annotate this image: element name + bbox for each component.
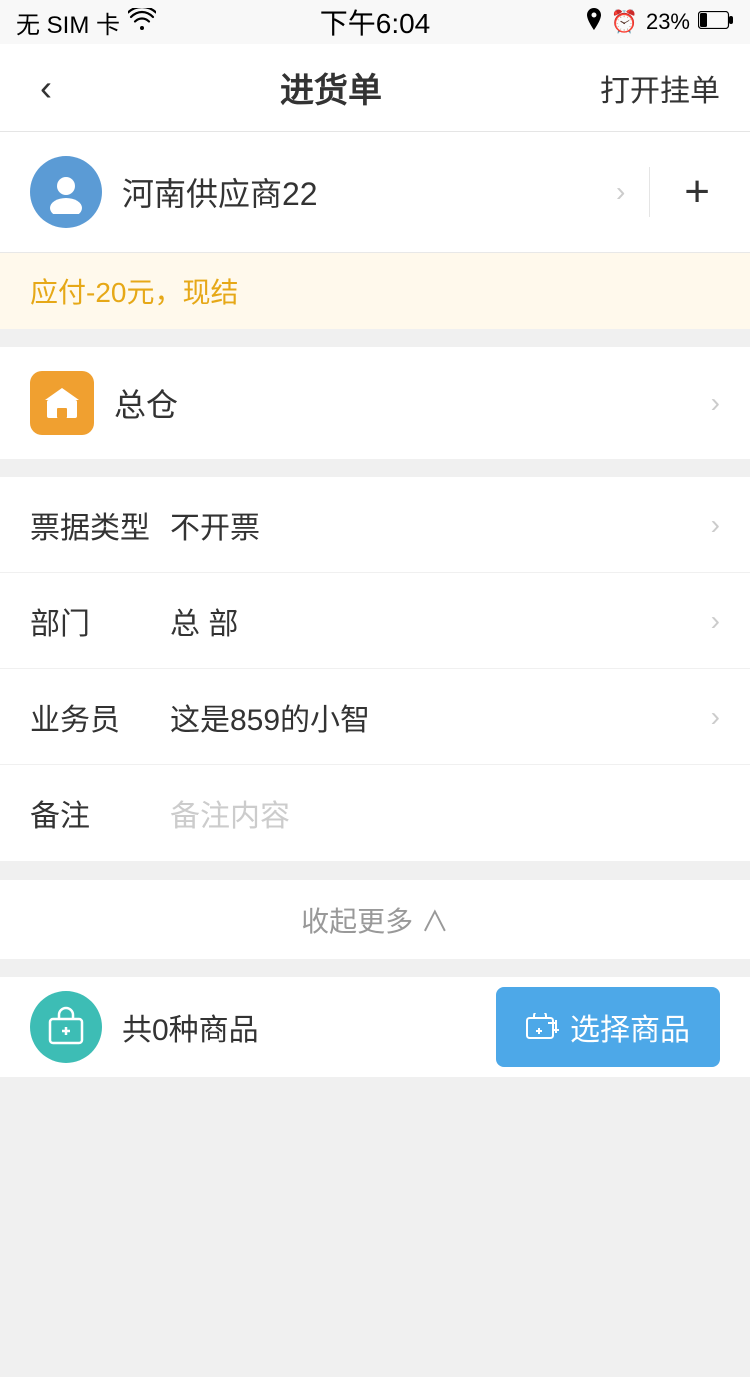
select-product-label: 选择商品 — [570, 1005, 690, 1049]
department-label: 部门 — [30, 599, 170, 643]
salesperson-row[interactable]: 业务员 这是859的小智 › — [0, 669, 750, 765]
product-icon-wrap — [30, 991, 102, 1063]
payment-notice: 应付-20元，现结 — [0, 253, 750, 329]
select-product-button[interactable]: 选择商品 — [496, 987, 720, 1067]
invoice-chevron-icon: › — [711, 509, 720, 541]
supplier-card: 河南供应商22 › + 应付-20元，现结 — [0, 132, 750, 329]
product-bar: 共0种商品 选择商品 — [0, 977, 750, 1077]
status-right: ⏰ 23% — [585, 8, 734, 36]
main-content: 河南供应商22 › + 应付-20元，现结 总仓 › 票据类型 不开票 › — [0, 132, 750, 1377]
back-button[interactable]: ‹ — [30, 57, 62, 119]
add-supplier-button[interactable]: + — [674, 167, 720, 217]
form-section: 票据类型 不开票 › 部门 总 部 › 业务员 这是859的小智 › 备注 备注… — [0, 477, 750, 861]
remark-input[interactable]: 备注内容 — [170, 791, 720, 835]
battery-percent: 23% — [646, 9, 690, 35]
warehouse-name: 总仓 — [114, 380, 711, 426]
nav-bar: ‹ 进货单 打开挂单 — [0, 44, 750, 132]
battery-icon — [698, 9, 734, 35]
vertical-divider — [649, 167, 650, 217]
page-title: 进货单 — [280, 63, 382, 112]
alarm-icon: ⏰ — [611, 9, 638, 35]
page-background — [0, 1077, 750, 1377]
invoice-value: 不开票 — [170, 503, 711, 547]
wifi-icon — [128, 8, 156, 37]
status-time: 下午6:04 — [320, 2, 431, 42]
warehouse-row[interactable]: 总仓 › — [0, 347, 750, 459]
supplier-avatar — [30, 156, 102, 228]
collapse-label: 收起更多 ∧ — [301, 900, 449, 940]
warehouse-chevron-icon: › — [711, 387, 720, 419]
carrier-text: 无 SIM 卡 — [16, 5, 120, 40]
department-chevron-icon: › — [711, 605, 720, 637]
open-pending-button[interactable]: 打开挂单 — [600, 66, 720, 110]
location-icon — [585, 8, 603, 36]
salesperson-chevron-icon: › — [711, 701, 720, 733]
status-left: 无 SIM 卡 — [16, 5, 156, 40]
warehouse-icon-wrap — [30, 371, 94, 435]
supplier-name: 河南供应商22 — [122, 169, 616, 215]
remark-label: 备注 — [30, 791, 170, 835]
supplier-chevron-icon: › — [616, 176, 625, 208]
salesperson-value: 这是859的小智 — [170, 695, 711, 739]
salesperson-label: 业务员 — [30, 695, 170, 739]
status-bar: 无 SIM 卡 下午6:04 ⏰ 23% — [0, 0, 750, 44]
supplier-row[interactable]: 河南供应商22 › + — [0, 132, 750, 253]
department-value: 总 部 — [170, 599, 711, 643]
department-row[interactable]: 部门 总 部 › — [0, 573, 750, 669]
collapse-bar[interactable]: 收起更多 ∧ — [0, 879, 750, 959]
warehouse-card: 总仓 › — [0, 347, 750, 459]
invoice-label: 票据类型 — [30, 503, 170, 547]
remark-row[interactable]: 备注 备注内容 — [0, 765, 750, 861]
product-count: 共0种商品 — [122, 1005, 496, 1049]
invoice-row[interactable]: 票据类型 不开票 › — [0, 477, 750, 573]
